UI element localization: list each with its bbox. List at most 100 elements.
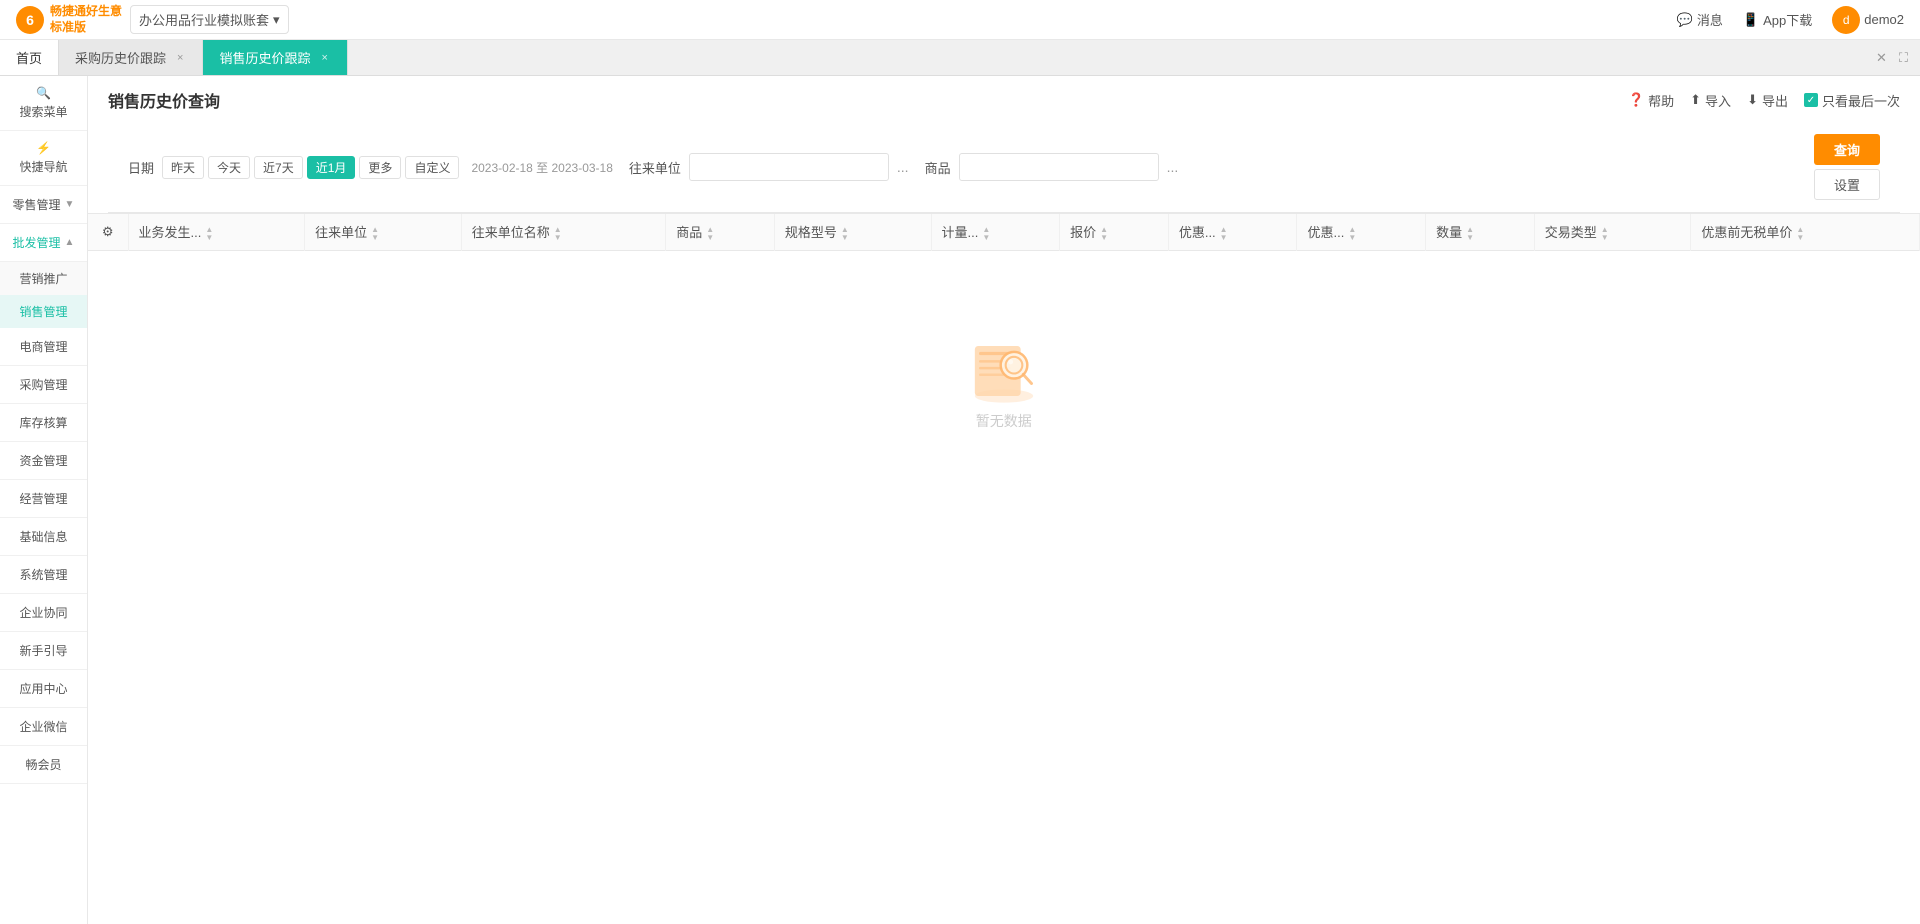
date-btn-1month[interactable]: 近1月: [307, 156, 356, 179]
empty-state: 暂无数据: [88, 251, 1920, 511]
import-btn[interactable]: ⬆ 导入: [1690, 91, 1731, 110]
th-discount-amt[interactable]: 优惠...▲▼: [1297, 214, 1426, 250]
partner-dots-btn[interactable]: ...: [897, 159, 909, 175]
sidebar-item-marketing[interactable]: 营销推广: [0, 262, 87, 295]
th-trade-type[interactable]: 交易类型▲▼: [1534, 214, 1691, 250]
th-qty[interactable]: 数量▲▼: [1426, 214, 1535, 250]
th-quote[interactable]: 报价▲▼: [1060, 214, 1169, 250]
export-btn[interactable]: ⬇ 导出: [1747, 91, 1788, 110]
search-icon: 🔍: [36, 86, 51, 100]
main-layout: 🔍 搜索菜单 ⚡ 快捷导航 零售管理 ▼ 批发管理 ▲ 营销推广 销售管理 电商…: [0, 76, 1920, 924]
settings-button[interactable]: 设置: [1814, 169, 1880, 200]
sidebar-item-system[interactable]: 系统管理: [0, 556, 87, 594]
help-btn[interactable]: ❓ 帮助: [1628, 91, 1674, 110]
date-buttons: 昨天 今天 近7天 近1月 更多 自定义: [162, 156, 459, 179]
message-icon: 💬: [1677, 12, 1693, 28]
th-partner-code[interactable]: 往来单位▲▼: [305, 214, 462, 250]
header-right: 💬 消息 📱 App下载 d demo2: [1677, 6, 1904, 34]
message-btn[interactable]: 💬 消息: [1677, 10, 1723, 29]
empty-illustration-icon: [954, 331, 1054, 411]
sidebar-item-finance[interactable]: 资金管理: [0, 442, 87, 480]
account-selector[interactable]: 办公用品行业模拟账套 ▾: [130, 5, 289, 34]
top-header: 6 畅捷通好生意标准版 办公用品行业模拟账套 ▾ 💬 消息 📱 App下载 d …: [0, 0, 1920, 40]
filter-bar: 日期 昨天 今天 近7天 近1月 更多 自定义 2023-02-18 至 202…: [108, 124, 1900, 213]
date-btn-yesterday[interactable]: 昨天: [162, 156, 204, 179]
tab-sales-history[interactable]: 销售历史价跟踪 ×: [203, 40, 347, 75]
checkbox-icon: ✓: [1804, 93, 1818, 107]
close-tab-purchase[interactable]: ×: [174, 51, 186, 65]
date-range-text: 2023-02-18 至 2023-03-18: [471, 159, 612, 176]
th-pretax-price[interactable]: 优惠前无税单价▲▼: [1691, 214, 1920, 250]
sidebar-item-sales[interactable]: 销售管理: [0, 295, 87, 328]
nav-icon: ⚡: [36, 141, 51, 155]
query-button[interactable]: 查询: [1814, 134, 1880, 165]
tab-bar: 首页 采购历史价跟踪 × 销售历史价跟踪 × ✕ ⛶: [0, 40, 1920, 76]
sidebar-item-wechat[interactable]: 企业微信: [0, 708, 87, 746]
sidebar-item-member[interactable]: 畅会员: [0, 746, 87, 784]
gear-icon: ⚙: [102, 224, 114, 239]
goods-input[interactable]: [959, 153, 1159, 181]
fullscreen-icon[interactable]: ⛶: [1899, 50, 1908, 66]
sidebar-item-inventory[interactable]: 库存核算: [0, 404, 87, 442]
sidebar-item-wholesale[interactable]: 批发管理 ▲: [0, 224, 87, 262]
sidebar-item-basic[interactable]: 基础信息: [0, 518, 87, 556]
filter-actions: 查询 设置: [1814, 134, 1880, 200]
page-title: 销售历史价查询: [108, 88, 220, 112]
sidebar-item-purchase[interactable]: 采购管理: [0, 366, 87, 404]
sidebar-item-search[interactable]: 🔍 搜索菜单: [0, 76, 87, 131]
tab-purchase-history[interactable]: 采购历史价跟踪 ×: [59, 40, 203, 75]
empty-text: 暂无数据: [976, 411, 1032, 431]
th-unit[interactable]: 计量...▲▼: [931, 214, 1060, 250]
page-header: 销售历史价查询 ❓ 帮助 ⬆ 导入 ⬇ 导出 ✓: [88, 76, 1920, 214]
logo-text: 畅捷通好生意标准版: [50, 4, 122, 35]
chevron-down-icon: ▾: [273, 12, 280, 28]
page-title-row: 销售历史价查询 ❓ 帮助 ⬆ 导入 ⬇ 导出 ✓: [108, 88, 1900, 112]
app-download-btn[interactable]: 📱 App下载: [1743, 10, 1812, 29]
logo-icon: 6: [16, 6, 44, 34]
partner-filter-group: 往来单位 ...: [629, 153, 909, 181]
goods-filter-group: 商品 ...: [925, 153, 1179, 181]
th-biz-date[interactable]: 业务发生...▲▼: [128, 214, 305, 250]
th-settings[interactable]: ⚙: [88, 214, 128, 250]
logo-area: 6 畅捷通好生意标准版: [16, 4, 122, 35]
th-spec[interactable]: 规格型号▲▼: [774, 214, 931, 250]
sidebar-item-apps[interactable]: 应用中心: [0, 670, 87, 708]
date-btn-custom[interactable]: 自定义: [405, 156, 459, 179]
header-left: 6 畅捷通好生意标准版 办公用品行业模拟账套 ▾: [16, 4, 289, 35]
partner-label: 往来单位: [629, 158, 681, 177]
content-area: 销售历史价查询 ❓ 帮助 ⬆ 导入 ⬇ 导出 ✓: [88, 76, 1920, 924]
sidebar-item-guide[interactable]: 新手引导: [0, 632, 87, 670]
date-label: 日期: [128, 158, 154, 177]
th-discount-rate[interactable]: 优惠...▲▼: [1168, 214, 1297, 250]
th-partner-name[interactable]: 往来单位名称▲▼: [461, 214, 666, 250]
export-icon: ⬇: [1747, 92, 1758, 108]
sidebar-item-ecommerce[interactable]: 电商管理: [0, 328, 87, 366]
table-header-row: ⚙ 业务发生...▲▼ 往来单位▲▼ 往来单位名称▲▼ 商品▲▼: [88, 214, 1920, 250]
th-goods[interactable]: 商品▲▼: [666, 214, 775, 250]
only-last-checkbox[interactable]: ✓ 只看最后一次: [1804, 91, 1900, 110]
date-btn-7days[interactable]: 近7天: [254, 156, 303, 179]
close-tab-sales[interactable]: ×: [318, 51, 330, 65]
sidebar-item-quick-nav[interactable]: ⚡ 快捷导航: [0, 131, 87, 186]
table-body: 暂无数据: [88, 250, 1920, 511]
chevron-down-icon: ▼: [65, 199, 75, 210]
partner-input[interactable]: [689, 153, 889, 181]
tab-bar-actions: ✕ ⛶: [1864, 40, 1920, 75]
date-btn-more[interactable]: 更多: [359, 156, 401, 179]
avatar: d: [1832, 6, 1860, 34]
help-icon: ❓: [1628, 92, 1644, 108]
sidebar: 🔍 搜索菜单 ⚡ 快捷导航 零售管理 ▼ 批发管理 ▲ 营销推广 销售管理 电商…: [0, 76, 88, 924]
chevron-up-icon: ▲: [65, 237, 75, 248]
page-header-actions: ❓ 帮助 ⬆ 导入 ⬇ 导出 ✓ 只看最后一次: [1628, 91, 1900, 110]
tab-home[interactable]: 首页: [0, 40, 59, 75]
sidebar-item-retail[interactable]: 零售管理 ▼: [0, 186, 87, 224]
close-all-icon[interactable]: ✕: [1876, 50, 1887, 66]
sidebar-item-corp[interactable]: 企业协同: [0, 594, 87, 632]
user-menu-btn[interactable]: d demo2: [1832, 6, 1904, 34]
empty-row: 暂无数据: [88, 250, 1920, 511]
data-table: ⚙ 业务发生...▲▼ 往来单位▲▼ 往来单位名称▲▼ 商品▲▼: [88, 214, 1920, 511]
goods-dots-btn[interactable]: ...: [1167, 159, 1179, 175]
date-btn-today[interactable]: 今天: [208, 156, 250, 179]
download-icon: 📱: [1743, 12, 1759, 28]
sidebar-item-operation[interactable]: 经营管理: [0, 480, 87, 518]
